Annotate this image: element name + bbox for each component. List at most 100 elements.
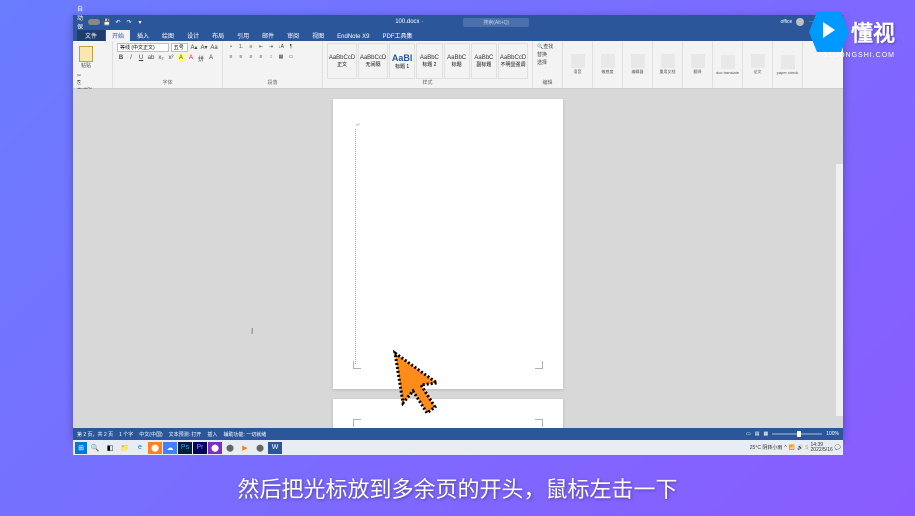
account-icon[interactable] [796, 18, 804, 26]
tray-volume-icon[interactable]: 🔊 [797, 445, 803, 451]
weather-widget[interactable]: 25°C 阴转小雨 [750, 444, 783, 451]
edge-icon[interactable]: e [133, 442, 147, 454]
indent-right-icon[interactable]: ⇥ [267, 43, 275, 51]
page-1[interactable]: ⤶ [333, 99, 563, 389]
app8-icon[interactable]: ⬤ [253, 442, 267, 454]
voice-button[interactable]: 语音 [563, 41, 593, 88]
app4-icon[interactable]: Pr [193, 442, 207, 454]
align-center-icon[interactable]: ≡ [237, 53, 245, 61]
underline-icon[interactable]: U [137, 54, 145, 62]
app2-icon[interactable]: ☁ [163, 442, 177, 454]
find-button[interactable]: 🔍查找 [537, 43, 558, 50]
shading-icon[interactable]: ▦ [277, 53, 285, 61]
tab-review[interactable]: 审阅 [281, 30, 305, 41]
clock-date[interactable]: 2022/5/16 [811, 448, 833, 453]
style-title[interactable]: AaBbC标题 [444, 43, 470, 79]
select-button[interactable]: 选择 [537, 59, 558, 66]
tab-endnote[interactable]: EndNote X9 [331, 33, 375, 41]
tab-mailings[interactable]: 邮件 [256, 30, 280, 41]
task-search-icon[interactable]: 🔍 [88, 442, 102, 454]
undo-icon[interactable]: ↶ [114, 18, 122, 26]
tab-view[interactable]: 视图 [306, 30, 330, 41]
font-color-icon[interactable]: A [187, 54, 195, 62]
app1-icon[interactable]: ⬤ [148, 442, 162, 454]
justify-icon[interactable]: ≡ [257, 53, 265, 61]
app6-icon[interactable]: ⬤ [223, 442, 237, 454]
view-web-icon[interactable]: ▦ [763, 431, 768, 437]
tab-design[interactable]: 设计 [181, 30, 205, 41]
app7-icon[interactable]: ▶ [238, 442, 252, 454]
start-button[interactable]: ⊞ [75, 442, 87, 454]
style-heading2[interactable]: AaBbC标题 2 [416, 43, 442, 79]
search-input[interactable]: 搜索(Alt+Q) [463, 18, 529, 27]
shrink-font-icon[interactable]: A▾ [200, 44, 208, 52]
sort-icon[interactable]: ↓A [277, 43, 285, 51]
zoom-percent[interactable]: 100% [826, 431, 839, 437]
italic-icon[interactable]: I [127, 54, 135, 62]
line-spacing-icon[interactable]: ↕ [267, 53, 275, 61]
redo-icon[interactable]: ↷ [125, 18, 133, 26]
highlight-icon[interactable]: A [177, 54, 185, 62]
align-right-icon[interactable]: ≡ [247, 53, 255, 61]
grow-font-icon[interactable]: A▴ [190, 44, 198, 52]
paper-button[interactable]: 论文 [743, 41, 773, 88]
tab-layout[interactable]: 布局 [206, 30, 230, 41]
page-2[interactable] [333, 399, 563, 428]
tray-ime-icon[interactable]: S [805, 445, 808, 451]
char-border-icon[interactable]: A [207, 54, 215, 62]
paper-check-button[interactable]: paper check [773, 41, 803, 88]
cut-icon[interactable]: ✂ [77, 73, 92, 79]
word-count[interactable]: 1 个字 [119, 431, 133, 438]
save-icon[interactable]: 💾 [103, 18, 111, 26]
autosave-toggle[interactable]: 自动保存 [77, 18, 85, 26]
accessibility[interactable]: 辅助功能: 一切就绪 [223, 431, 266, 438]
replace-button[interactable]: 替换 [537, 51, 558, 58]
autosave-switch[interactable] [88, 19, 100, 25]
style-subtitle[interactable]: AaBbC副标题 [471, 43, 497, 79]
numbering-icon[interactable]: 1. [237, 43, 245, 51]
tab-draw[interactable]: 绘图 [156, 30, 180, 41]
word-taskbar-icon[interactable]: W [268, 442, 282, 454]
copy-icon[interactable]: ⎘ [77, 80, 92, 86]
task-view-icon[interactable]: ◧ [103, 442, 117, 454]
text-predict[interactable]: 文本预测: 打开 [169, 431, 202, 438]
zoom-slider[interactable] [772, 433, 822, 435]
font-size-select[interactable]: 五号 [171, 43, 188, 52]
style-emphasis[interactable]: AaBbCcD不明显强调 [498, 43, 528, 79]
editor-button[interactable]: 编辑器 [623, 41, 653, 88]
app5-icon[interactable]: ⬤ [208, 442, 222, 454]
tab-pdf[interactable]: PDF工具集 [377, 30, 419, 41]
borders-icon[interactable]: ▭ [287, 53, 295, 61]
tray-network-icon[interactable]: 📶 [789, 445, 795, 451]
multilevel-icon[interactable]: ≡ [247, 43, 255, 51]
view-print-icon[interactable]: ▤ [755, 431, 760, 437]
font-name-select[interactable]: 等线 (中文正文) [117, 43, 169, 52]
scrollbar-vertical[interactable] [836, 164, 843, 416]
document-area[interactable]: ⤶ I [73, 89, 843, 428]
bold-icon[interactable]: B [117, 54, 125, 62]
tab-insert[interactable]: 插入 [131, 30, 155, 41]
sensitivity-button[interactable]: 敏感度 [593, 41, 623, 88]
insert-mode[interactable]: 插入 [207, 431, 217, 438]
language[interactable]: 中文(中国) [139, 431, 162, 438]
show-marks-icon[interactable]: ¶ [287, 43, 295, 51]
style-nospacing[interactable]: AaBbCcD无间隔 [358, 43, 388, 79]
view-read-icon[interactable]: ▭ [746, 431, 751, 437]
translate-button[interactable]: 翻译 [683, 41, 713, 88]
app3-icon[interactable]: Ps [178, 442, 192, 454]
doc-translate-button[interactable]: doc translate [713, 41, 743, 88]
tab-file[interactable]: 文件 [77, 30, 105, 41]
paste-button[interactable]: 粘贴 [77, 43, 95, 71]
qat-more-icon[interactable]: ▾ [136, 18, 144, 26]
explorer-icon[interactable]: 📁 [118, 442, 132, 454]
superscript-icon[interactable]: x² [167, 54, 175, 62]
align-left-icon[interactable]: ≡ [227, 53, 235, 61]
notifications-icon[interactable]: 💬 [835, 445, 841, 451]
style-heading1[interactable]: AaBl标题 1 [389, 43, 415, 79]
strike-icon[interactable]: ab [147, 54, 155, 62]
subscript-icon[interactable]: x₂ [157, 54, 165, 62]
bullets-icon[interactable]: • [227, 43, 235, 51]
indent-left-icon[interactable]: ⇤ [257, 43, 265, 51]
reuse-button[interactable]: 重用文档 [653, 41, 683, 88]
tab-home[interactable]: 开始 [106, 30, 130, 41]
